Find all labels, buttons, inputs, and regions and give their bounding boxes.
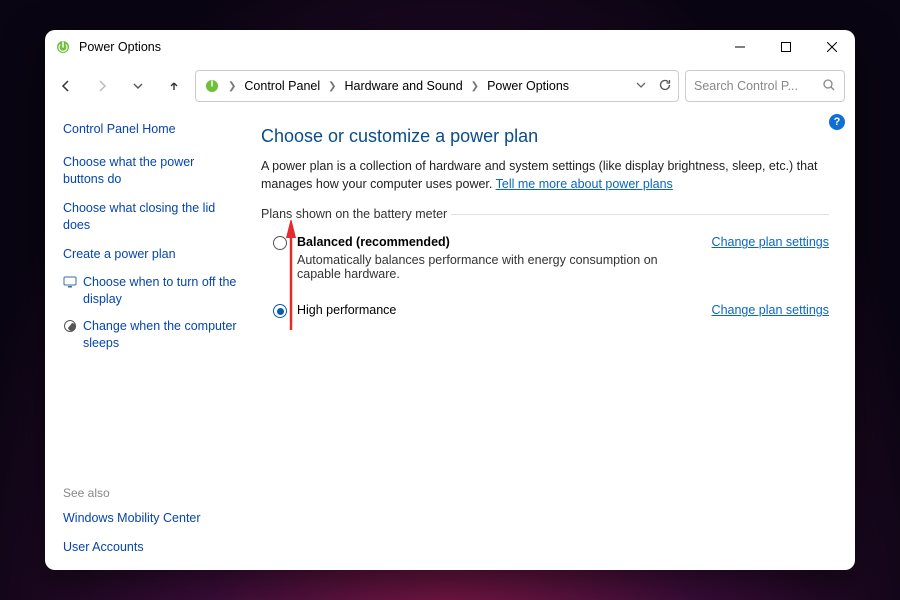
page-title: Choose or customize a power plan [261,126,829,147]
sidebar: Control Panel Home Choose what the power… [45,108,247,570]
sidebar-item-label: Choose when to turn off the display [83,274,237,308]
nav-toolbar: ❯ Control Panel ❯ Hardware and Sound ❯ P… [45,64,855,108]
breadcrumb-icon [204,78,220,94]
see-also-header: See also [63,486,237,500]
forward-button[interactable] [87,71,117,101]
maximize-button[interactable] [763,30,809,64]
page-description: A power plan is a collection of hardware… [261,157,829,193]
plan-radio-balanced[interactable] [273,236,287,250]
sidebar-link[interactable]: Create a power plan [63,246,237,263]
address-bar[interactable]: ❯ Control Panel ❯ Hardware and Sound ❯ P… [195,70,679,102]
power-plan-row: Balanced (recommended) Automatically bal… [261,231,829,291]
power-options-icon [55,39,71,55]
plan-name[interactable]: Balanced (recommended) [297,235,690,249]
sidebar-item-label: Change when the computer sleeps [83,318,237,352]
breadcrumb-segment[interactable]: Control Panel [244,79,320,93]
close-button[interactable] [809,30,855,64]
chevron-down-icon[interactable] [636,79,646,93]
recent-locations-button[interactable] [123,71,153,101]
plan-group-label: Plans shown on the battery meter [261,207,829,221]
plan-subtitle: Automatically balances performance with … [297,253,690,281]
breadcrumb-segment[interactable]: Hardware and Sound [345,79,463,93]
control-panel-home-link[interactable]: Control Panel Home [63,122,237,136]
main-content: Choose or customize a power plan A power… [247,108,855,570]
chevron-right-icon: ❯ [471,81,479,92]
search-box[interactable] [685,70,845,102]
learn-more-link[interactable]: Tell me more about power plans [496,177,673,191]
chevron-right-icon: ❯ [328,81,336,92]
sidebar-link[interactable]: Change when the computer sleeps [63,318,237,352]
search-icon [822,78,836,95]
breadcrumb-segment[interactable]: Power Options [487,79,569,93]
change-plan-settings-link[interactable]: Change plan settings [712,303,829,317]
plan-radio-high-performance[interactable] [273,304,287,318]
chevron-right-icon: ❯ [228,81,236,92]
minimize-button[interactable] [717,30,763,64]
refresh-button[interactable] [658,78,672,95]
titlebar: Power Options [45,30,855,64]
window: Power Options [45,30,855,570]
content-body: ? Control Panel Home Choose what the pow… [45,108,855,570]
window-controls [717,30,855,64]
window-title: Power Options [79,40,717,54]
up-button[interactable] [159,71,189,101]
see-also-link[interactable]: User Accounts [63,539,237,556]
search-input[interactable] [694,79,816,93]
sidebar-link[interactable]: Choose what closing the lid does [63,200,237,234]
power-plan-row: High performance Change plan settings [261,299,829,328]
sleep-icon [63,319,77,333]
sidebar-link[interactable]: Choose what the power buttons do [63,154,237,188]
see-also-link[interactable]: Windows Mobility Center [63,510,237,527]
change-plan-settings-link[interactable]: Change plan settings [712,235,829,249]
sidebar-link[interactable]: Choose when to turn off the display [63,274,237,308]
plan-name[interactable]: High performance [297,303,690,317]
back-button[interactable] [51,71,81,101]
display-timeout-icon [63,275,77,289]
